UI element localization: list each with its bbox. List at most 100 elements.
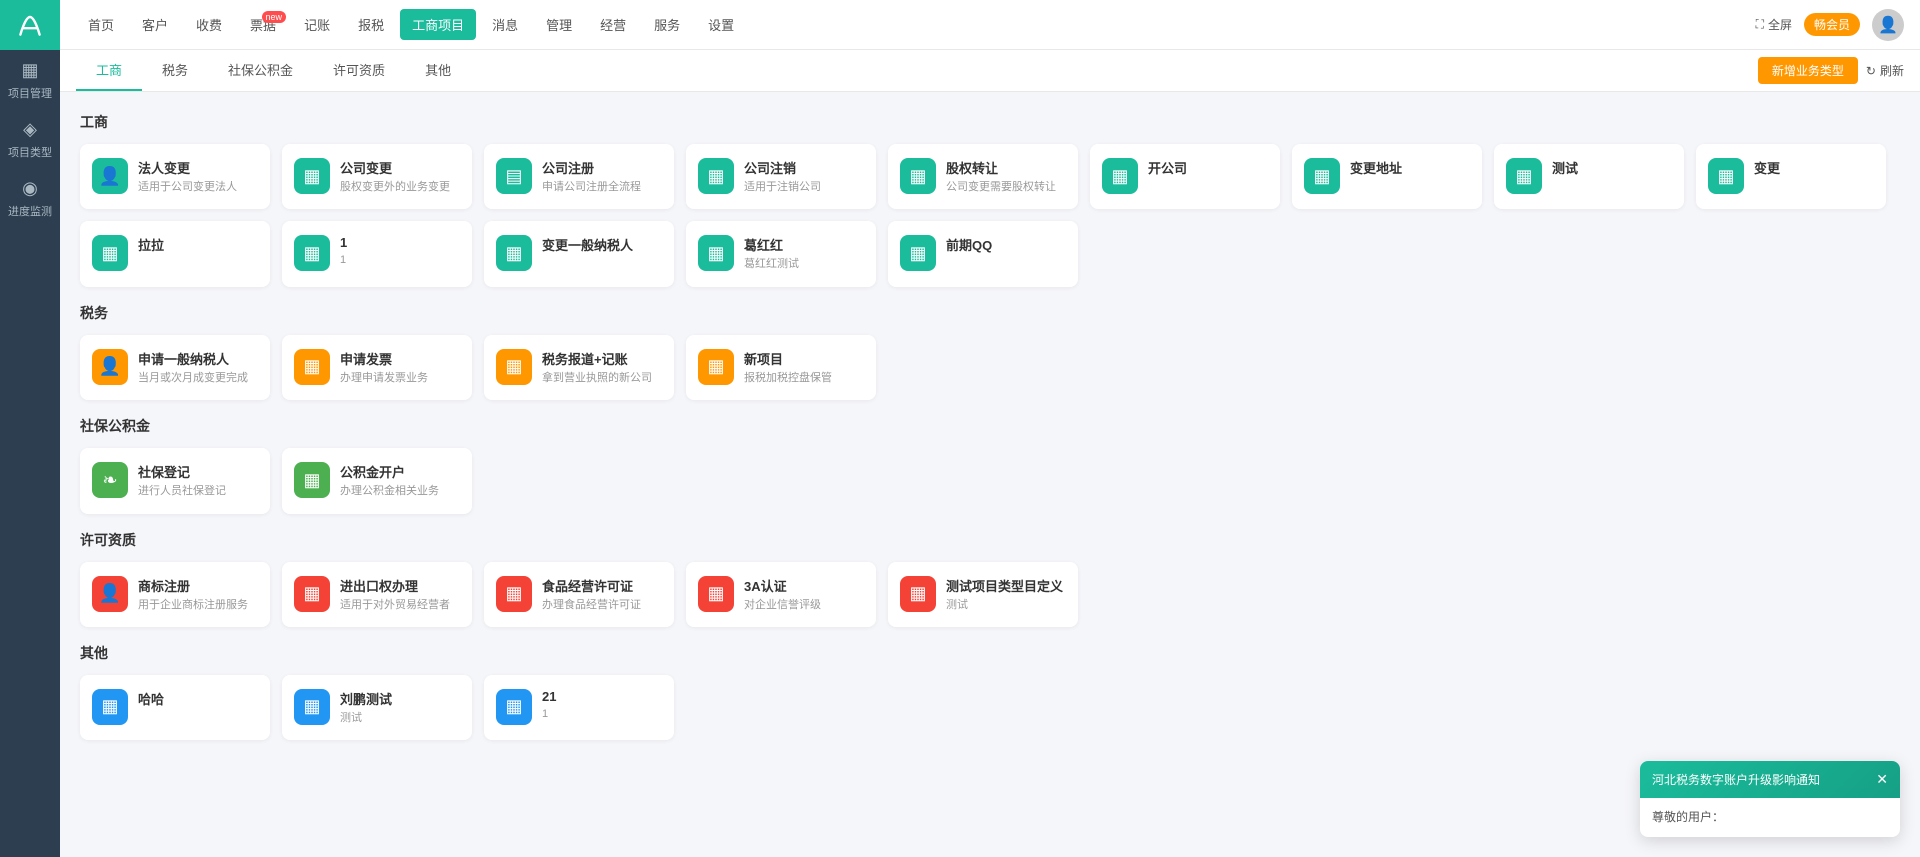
content-area: 工商 税务 社保公积金 许可资质 其他 新增业务类型 ↻ 刷新 工商: [60, 50, 1920, 857]
notification-body: 尊敬的用户：: [1640, 798, 1900, 837]
social-register-icon: ❧: [92, 462, 128, 498]
card-liupengtest[interactable]: ▦ 刘鹏测试 测试: [282, 675, 472, 740]
tax-report-title: 税务报道+记账: [542, 349, 662, 368]
nav-bizproject[interactable]: 工商项目: [400, 9, 476, 40]
liupengtest-title: 刘鹏测试: [340, 689, 460, 708]
apply-invoice-icon: ▦: [294, 349, 330, 385]
test-title: 测试: [1552, 158, 1672, 177]
nav-tax[interactable]: 报税: [346, 9, 396, 40]
company-change-desc: 股权变更外的业务变更: [340, 180, 460, 195]
card-fund-open[interactable]: ▦ 公积金开户 办理公积金相关业务: [282, 448, 472, 513]
card-open-company[interactable]: ▦ 开公司: [1090, 144, 1280, 209]
other-cards-grid: ▦ 哈哈 ▦ 刘鹏测试 测试 ▦: [80, 675, 1900, 740]
card-apply-taxpayer[interactable]: 👤 申请一般纳税人 当月或次月成变更完成: [80, 335, 270, 400]
refresh-button[interactable]: ↻ 刷新: [1866, 57, 1904, 84]
tabs-actions: 新增业务类型 ↻ 刷新: [1758, 57, 1904, 84]
card-change2[interactable]: ▦ 变更: [1696, 144, 1886, 209]
card-change-taxpayer[interactable]: ▦ 变更一般纳税人: [484, 221, 674, 286]
3a-cert-title: 3A认证: [744, 576, 864, 595]
tab-qita[interactable]: 其他: [405, 50, 471, 91]
card-company-cancel[interactable]: ▦ 公司注销 适用于注销公司: [686, 144, 876, 209]
nav-invoice[interactable]: 票据 new: [238, 9, 288, 40]
fullscreen-icon: ⛶: [1756, 17, 1764, 32]
change2-icon: ▦: [1708, 158, 1744, 194]
trademark-desc: 用于企业商标注册服务: [138, 598, 258, 613]
other-section: 其他 ▦ 哈哈 ▦ 刘鹏测试 测试: [80, 643, 1900, 740]
card-one[interactable]: ▦ 1 1: [282, 221, 472, 286]
sidebar-item-project-type[interactable]: ◈ 项目类型: [0, 109, 60, 168]
nav-message[interactable]: 消息: [480, 9, 530, 40]
apply-taxpayer-icon: 👤: [92, 349, 128, 385]
new-type-button[interactable]: 新增业务类型: [1758, 57, 1858, 84]
refresh-label: 刷新: [1880, 62, 1904, 79]
avatar[interactable]: 👤: [1872, 9, 1904, 41]
open-company-icon: ▦: [1102, 158, 1138, 194]
nav-bookkeeping[interactable]: 记账: [292, 9, 342, 40]
card-food-permit[interactable]: ▦ 食品经营许可证 办理食品经营许可证: [484, 562, 674, 627]
card-haha[interactable]: ▦ 哈哈: [80, 675, 270, 740]
gongshang-section: 工商 👤 法人变更 适用于公司变更法人 ▦ 公司变更: [80, 112, 1900, 287]
notification-close[interactable]: ✕: [1876, 771, 1888, 788]
card-equity-transfer[interactable]: ▦ 股权转让 公司变更需要股权转让: [888, 144, 1078, 209]
tab-shuiwu[interactable]: 税务: [142, 50, 208, 91]
card-twentyone[interactable]: ▦ 21 1: [484, 675, 674, 740]
company-register-desc: 申请公司注册全流程: [542, 180, 662, 195]
one-desc: 1: [340, 253, 460, 268]
mohonghong-desc: 葛红红测试: [744, 257, 864, 272]
import-export-title: 进出口权办理: [340, 576, 460, 595]
card-trademark[interactable]: 👤 商标注册 用于企业商标注册服务: [80, 562, 270, 627]
sidebar-item-progress-monitor[interactable]: ◉ 进度监测: [0, 168, 60, 227]
sidebar-logo[interactable]: [0, 0, 60, 50]
vip-button[interactable]: 畅会员: [1804, 13, 1860, 36]
card-qianqi-qq[interactable]: ▦ 前期QQ: [888, 221, 1078, 286]
card-3a-cert[interactable]: ▦ 3A认证 对企业信誉评级: [686, 562, 876, 627]
food-permit-desc: 办理食品经营许可证: [542, 598, 662, 613]
equity-transfer-icon: ▦: [900, 158, 936, 194]
food-permit-title: 食品经营许可证: [542, 576, 662, 595]
card-company-change[interactable]: ▦ 公司变更 股权变更外的业务变更: [282, 144, 472, 209]
nav-billing[interactable]: 收费: [184, 9, 234, 40]
one-title: 1: [340, 235, 460, 250]
change-taxpayer-icon: ▦: [496, 235, 532, 271]
tab-xuke[interactable]: 许可资质: [313, 50, 405, 91]
card-tax-report[interactable]: ▦ 税务报道+记账 拿到营业执照的新公司: [484, 335, 674, 400]
tab-gongshang[interactable]: 工商: [76, 50, 142, 91]
project-type-icon: ◈: [23, 119, 37, 140]
card-change-address[interactable]: ▦ 变更地址: [1292, 144, 1482, 209]
card-social-register[interactable]: ❧ 社保登记 进行人员社保登记: [80, 448, 270, 513]
tab-shebao[interactable]: 社保公积金: [208, 50, 313, 91]
topnav: 首页 客户 收费 票据 new 记账 报税 工商项目 消息 管理 经营 服务 设…: [60, 0, 1920, 50]
nav-client[interactable]: 客户: [130, 9, 180, 40]
card-apply-invoice[interactable]: ▦ 申请发票 办理申请发票业务: [282, 335, 472, 400]
test-type-icon: ▦: [900, 576, 936, 612]
card-test[interactable]: ▦ 测试: [1494, 144, 1684, 209]
nav-service[interactable]: 服务: [642, 9, 692, 40]
main-wrapper: 首页 客户 收费 票据 new 记账 报税 工商项目 消息 管理 经营 服务 设…: [60, 0, 1920, 857]
food-permit-icon: ▦: [496, 576, 532, 612]
fullscreen-btn[interactable]: ⛶ 全屏: [1756, 16, 1792, 33]
nav-home[interactable]: 首页: [76, 9, 126, 40]
sidebar-item-project-mgmt[interactable]: ▦ 项目管理: [0, 50, 60, 109]
card-legal-change[interactable]: 👤 法人变更 适用于公司变更法人: [80, 144, 270, 209]
new-project-title: 新项目: [744, 349, 864, 368]
card-new-project[interactable]: ▦ 新项目 报税加税控盘保管: [686, 335, 876, 400]
new-project-icon: ▦: [698, 349, 734, 385]
nav-operation[interactable]: 经营: [588, 9, 638, 40]
sidebar: ▦ 项目管理 ◈ 项目类型 ◉ 进度监测: [0, 0, 60, 857]
sidebar-item-label: 项目类型: [8, 144, 52, 160]
legal-change-title: 法人变更: [138, 158, 258, 177]
nav-manage[interactable]: 管理: [534, 9, 584, 40]
tax-report-desc: 拿到营业执照的新公司: [542, 371, 662, 386]
test-type-desc: 测试: [946, 598, 1066, 613]
tax-report-icon: ▦: [496, 349, 532, 385]
new-project-desc: 报税加税控盘保管: [744, 371, 864, 386]
card-company-register[interactable]: ▤ 公司注册 申请公司注册全流程: [484, 144, 674, 209]
card-lala[interactable]: ▦ 拉拉: [80, 221, 270, 286]
mohonghong-icon: ▦: [698, 235, 734, 271]
card-test-type[interactable]: ▦ 测试项目类型目定义 测试: [888, 562, 1078, 627]
card-import-export[interactable]: ▦ 进出口权办理 适用于对外贸易经营者: [282, 562, 472, 627]
nav-settings[interactable]: 设置: [696, 9, 746, 40]
company-cancel-icon: ▦: [698, 158, 734, 194]
card-mohonghong[interactable]: ▦ 葛红红 葛红红测试: [686, 221, 876, 286]
invoice-badge: new: [262, 11, 287, 23]
